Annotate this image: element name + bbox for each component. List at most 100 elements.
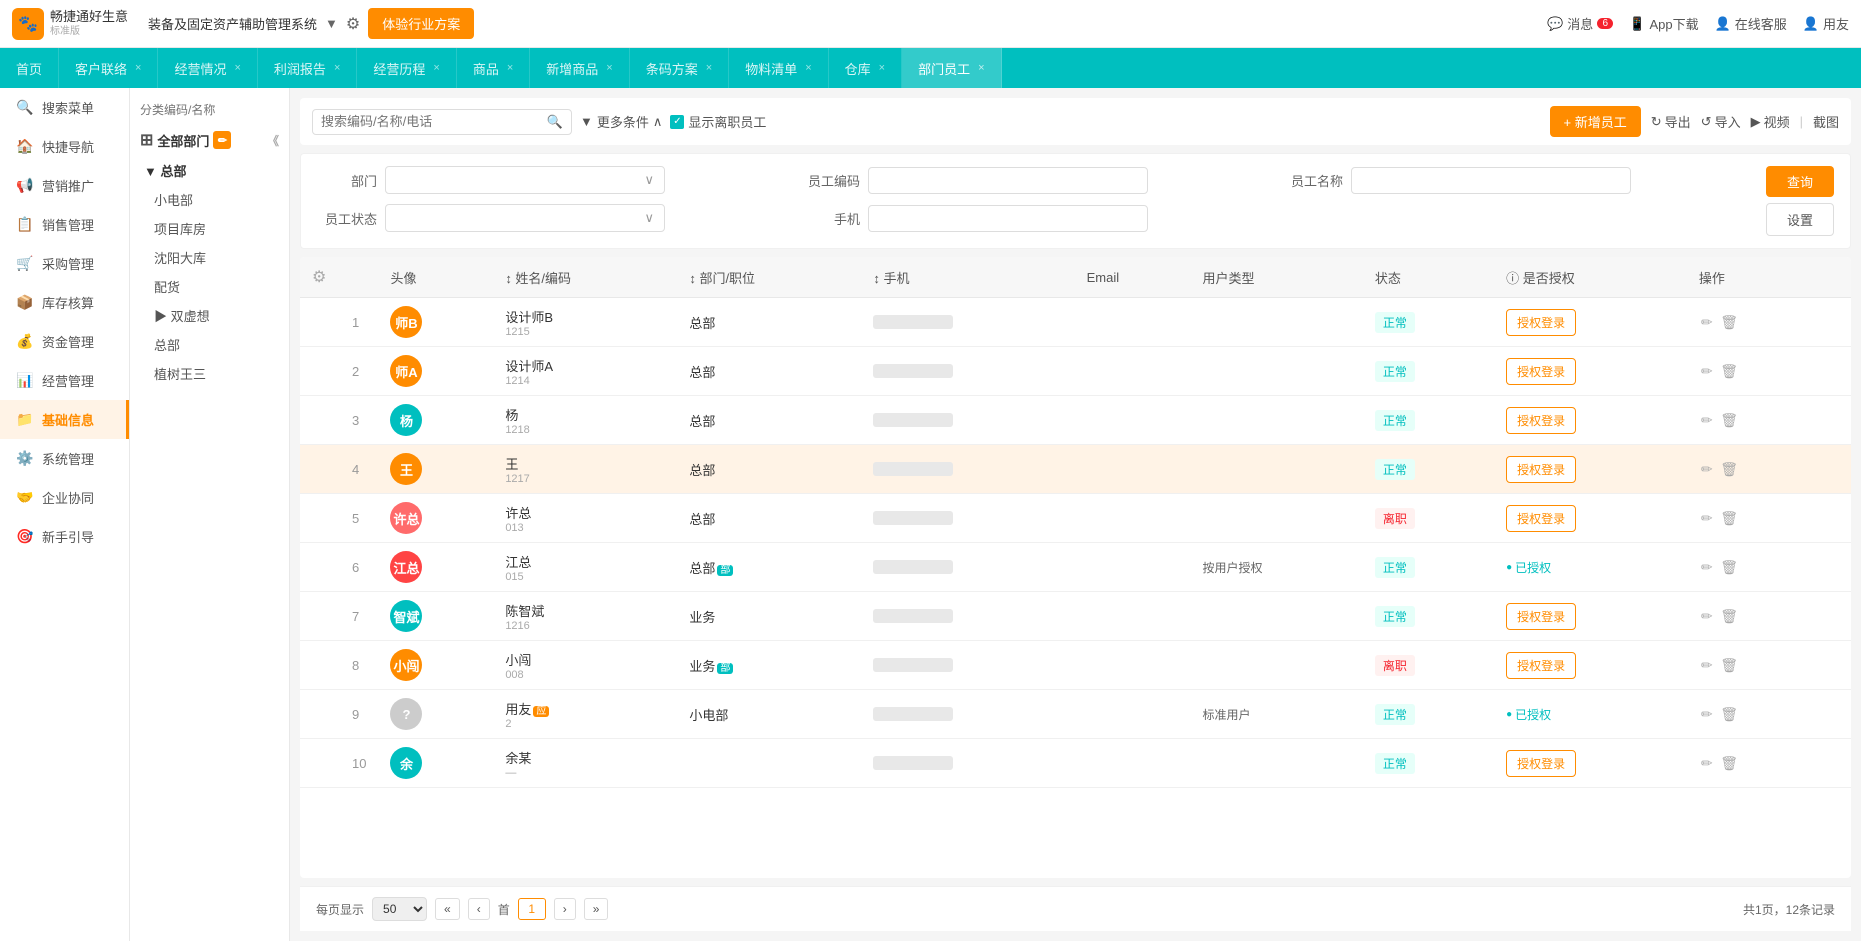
more-filter-btn[interactable]: ▼ 更多条件 ∧ bbox=[580, 112, 662, 131]
sidebar-item-sales[interactable]: 📋 销售管理 bbox=[0, 205, 129, 244]
sidebar-item-purchase[interactable]: 🛒 采购管理 bbox=[0, 244, 129, 283]
dept-collapse-btn[interactable]: 《 bbox=[267, 132, 279, 149]
dept-node-project[interactable]: 项目库房 bbox=[130, 214, 289, 243]
close-icon[interactable]: × bbox=[135, 62, 141, 74]
dept-node-hq[interactable]: 总部 bbox=[130, 330, 289, 359]
edit-btn[interactable]: ✏ bbox=[1699, 557, 1715, 578]
edit-btn[interactable]: ✏ bbox=[1699, 361, 1715, 382]
nav-tab-goods[interactable]: 商品× bbox=[457, 48, 530, 88]
nav-tab-business[interactable]: 经营情况× bbox=[158, 48, 257, 88]
nav-tab-customer[interactable]: 客户联络× bbox=[59, 48, 158, 88]
auth-login-btn[interactable]: 授权登录 bbox=[1506, 652, 1576, 679]
nav-tab-history[interactable]: 经营历程× bbox=[357, 48, 456, 88]
delete-btn[interactable]: 🗑 bbox=[1718, 410, 1740, 431]
delete-btn[interactable]: 🗑 bbox=[1718, 704, 1740, 725]
dept-node-small-elec[interactable]: 小电部 bbox=[130, 185, 289, 214]
dept-edit-btn[interactable]: ✏ bbox=[213, 131, 231, 149]
sidebar-item-nav[interactable]: 🏠 快捷导航 bbox=[0, 127, 129, 166]
delete-btn[interactable]: 🗑 bbox=[1718, 361, 1740, 382]
nav-tab-home[interactable]: 首页 bbox=[0, 48, 59, 88]
screenshot-btn[interactable]: 截图 bbox=[1813, 112, 1839, 131]
delete-btn[interactable]: 🗑 bbox=[1718, 312, 1740, 333]
edit-btn[interactable]: ✏ bbox=[1699, 459, 1715, 480]
close-icon[interactable]: × bbox=[334, 62, 340, 74]
edit-btn[interactable]: ✏ bbox=[1699, 753, 1715, 774]
dept-node-tree[interactable]: 植树王三 bbox=[130, 359, 289, 388]
close-icon[interactable]: × bbox=[805, 62, 811, 74]
sidebar-item-inventory[interactable]: 📦 库存核算 bbox=[0, 283, 129, 322]
system-dropdown-btn[interactable]: ▼ bbox=[325, 16, 338, 31]
close-icon[interactable]: × bbox=[978, 62, 984, 74]
sidebar-item-marketing[interactable]: 📢 营销推广 bbox=[0, 166, 129, 205]
auth-login-btn[interactable]: 授权登录 bbox=[1506, 456, 1576, 483]
messages-btn[interactable]: 💬 消息 6 bbox=[1547, 14, 1613, 33]
sidebar-item-system[interactable]: ⚙️ 系统管理 bbox=[0, 439, 129, 478]
add-employee-btn[interactable]: + 新增员工 bbox=[1550, 106, 1641, 137]
nav-tab-bom[interactable]: 物料清单× bbox=[729, 48, 828, 88]
nav-tab-warehouse[interactable]: 仓库× bbox=[829, 48, 902, 88]
dept-node-distribution[interactable]: 配货 bbox=[130, 272, 289, 301]
settings-gear-btn[interactable]: ⚙ bbox=[346, 14, 360, 34]
employee-search-input[interactable] bbox=[321, 114, 541, 129]
export-btn[interactable]: ↻ 导出 bbox=[1651, 112, 1691, 131]
edit-btn[interactable]: ✏ bbox=[1699, 508, 1715, 529]
filter-dept-select[interactable]: ∨ bbox=[385, 166, 665, 194]
page-size-select[interactable]: 50 100 200 bbox=[372, 897, 427, 921]
dept-search-input[interactable] bbox=[140, 103, 290, 117]
next-page-btn[interactable]: › bbox=[554, 898, 576, 920]
delete-btn[interactable]: 🗑 bbox=[1718, 557, 1740, 578]
sidebar-item-collaborate[interactable]: 🤝 企业协同 bbox=[0, 478, 129, 517]
filter-empcode-input[interactable] bbox=[868, 167, 1148, 194]
auth-login-btn[interactable]: 授权登录 bbox=[1506, 309, 1576, 336]
close-icon[interactable]: × bbox=[606, 62, 612, 74]
sidebar-item-guide[interactable]: 🎯 新手引导 bbox=[0, 517, 129, 556]
close-icon[interactable]: × bbox=[234, 62, 240, 74]
auth-login-btn[interactable]: 授权登录 bbox=[1506, 603, 1576, 630]
dept-node-hq-parent[interactable]: ▼ 总部 bbox=[130, 156, 289, 185]
import-btn[interactable]: ↺ 导入 bbox=[1701, 112, 1741, 131]
edit-btn[interactable]: ✏ bbox=[1699, 410, 1715, 431]
delete-btn[interactable]: 🗑 bbox=[1718, 508, 1740, 529]
prev-page-btn[interactable]: ‹ bbox=[468, 898, 490, 920]
sidebar-item-finance[interactable]: 💰 资金管理 bbox=[0, 322, 129, 361]
delete-btn[interactable]: 🗑 bbox=[1718, 459, 1740, 480]
edit-btn[interactable]: ✏ bbox=[1699, 655, 1715, 676]
nav-tab-profit[interactable]: 利润报告× bbox=[258, 48, 357, 88]
delete-btn[interactable]: 🗑 bbox=[1718, 606, 1740, 627]
filter-search-btn[interactable]: 查询 bbox=[1766, 166, 1834, 197]
edit-btn[interactable]: ✏ bbox=[1699, 312, 1715, 333]
nav-tab-barcode[interactable]: 条码方案× bbox=[630, 48, 729, 88]
last-page-btn[interactable]: » bbox=[584, 898, 609, 920]
delete-btn[interactable]: 🗑 bbox=[1718, 655, 1740, 676]
sidebar-item-management[interactable]: 📊 经营管理 bbox=[0, 361, 129, 400]
first-page-btn[interactable]: « bbox=[435, 898, 460, 920]
online-service-btn[interactable]: 👤 在线客服 bbox=[1715, 14, 1787, 33]
try-btn[interactable]: 体验行业方案 bbox=[368, 8, 474, 39]
col-settings-icon[interactable]: ⚙ bbox=[312, 269, 326, 286]
auth-login-btn[interactable]: 授权登录 bbox=[1506, 505, 1576, 532]
close-icon[interactable]: × bbox=[433, 62, 439, 74]
user-menu-btn[interactable]: 👤 用友 bbox=[1803, 14, 1849, 33]
filter-status-select[interactable]: ∨ bbox=[385, 204, 665, 232]
close-icon[interactable]: × bbox=[507, 62, 513, 74]
sidebar-item-basic-info[interactable]: 📁 基础信息 bbox=[0, 400, 129, 439]
delete-btn[interactable]: 🗑 bbox=[1718, 753, 1740, 774]
close-icon[interactable]: × bbox=[706, 62, 712, 74]
auth-login-btn[interactable]: 授权登录 bbox=[1506, 750, 1576, 777]
dept-node-double[interactable]: ▶ 双虚想 bbox=[130, 301, 289, 330]
app-download-btn[interactable]: 📱 App下载 bbox=[1629, 14, 1698, 33]
auth-login-btn[interactable]: 授权登录 bbox=[1506, 358, 1576, 385]
edit-btn[interactable]: ✏ bbox=[1699, 704, 1715, 725]
view-btn[interactable]: ▶ 视频 bbox=[1751, 112, 1790, 131]
dept-node-shenyang[interactable]: 沈阳大库 bbox=[130, 243, 289, 272]
filter-reset-btn[interactable]: 设置 bbox=[1766, 203, 1834, 236]
sidebar-item-search[interactable]: 🔍 搜索菜单 bbox=[0, 88, 129, 127]
close-icon[interactable]: × bbox=[879, 62, 885, 74]
show-resigned-toggle[interactable]: ✓ 显示离职员工 bbox=[670, 112, 766, 131]
nav-tab-employee[interactable]: 部门员工× bbox=[902, 48, 1001, 88]
edit-btn[interactable]: ✏ bbox=[1699, 606, 1715, 627]
filter-empname-input[interactable] bbox=[1351, 167, 1631, 194]
auth-login-btn[interactable]: 授权登录 bbox=[1506, 407, 1576, 434]
nav-tab-new-goods[interactable]: 新增商品× bbox=[530, 48, 629, 88]
filter-phone-input[interactable] bbox=[868, 205, 1148, 232]
